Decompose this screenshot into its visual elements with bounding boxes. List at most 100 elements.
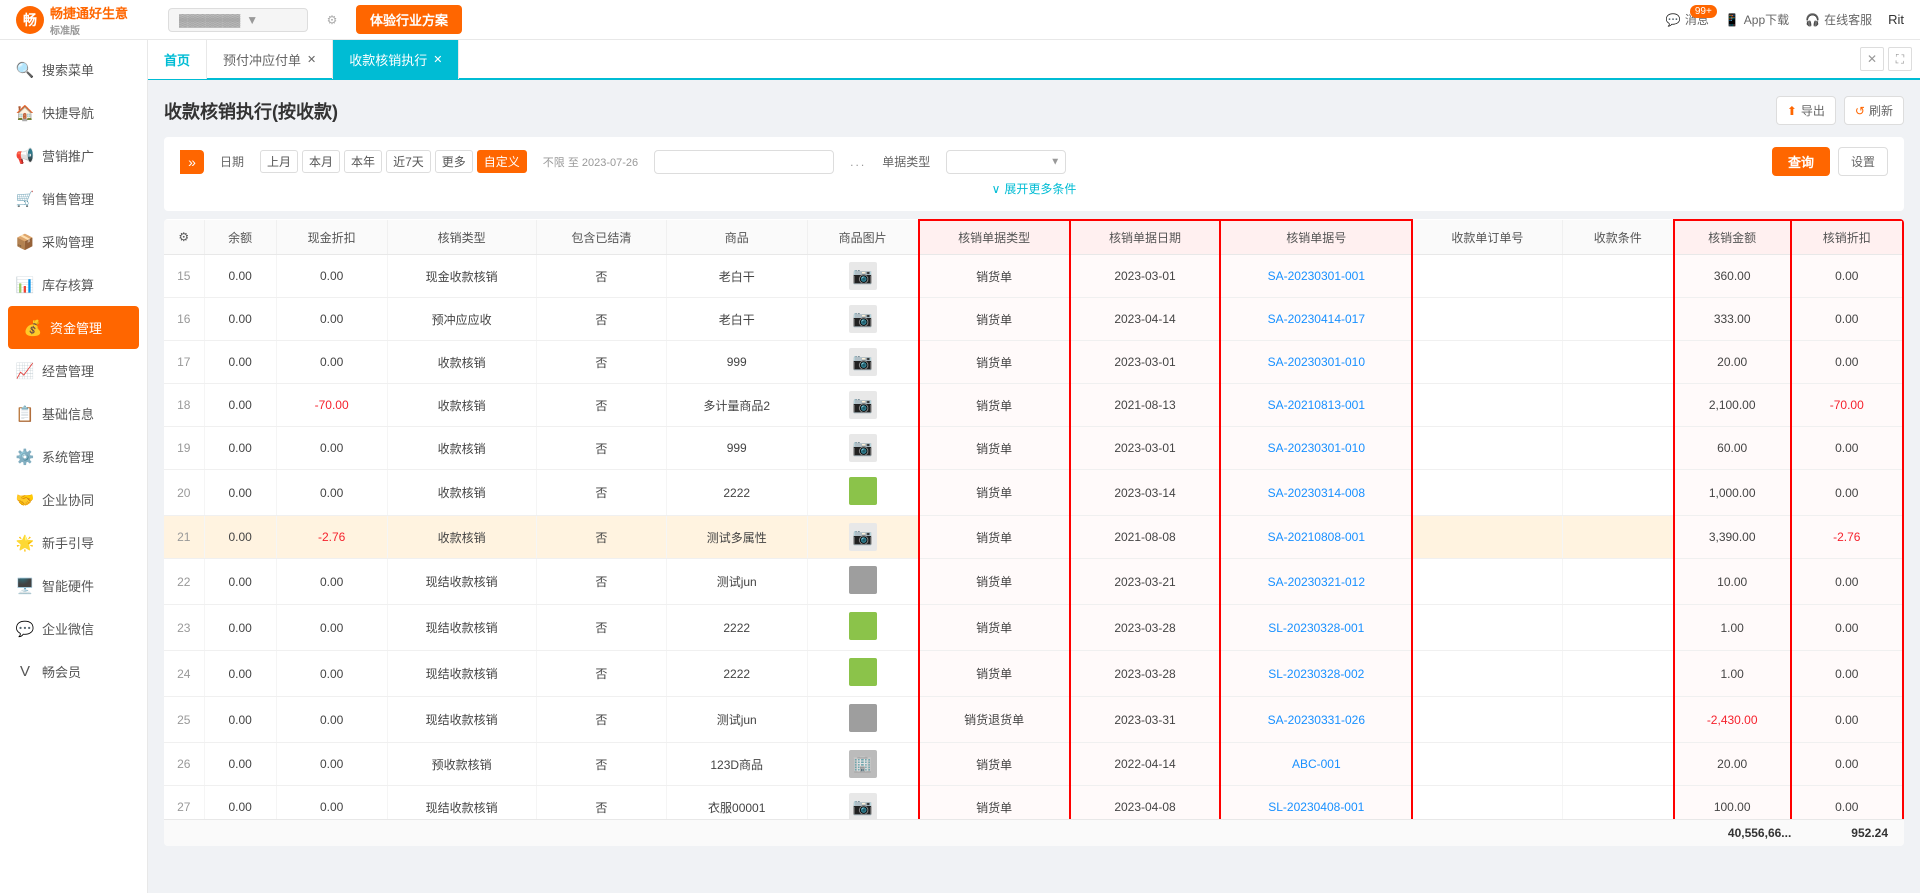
tab-home[interactable]: 首页 <box>148 40 207 79</box>
td-verify-doc-no[interactable]: SA-20210813-001 <box>1220 384 1412 427</box>
td-verify-doc-type: 销货单 <box>919 559 1070 605</box>
sidebar-label-sys-admin: 系统管理 <box>42 447 94 466</box>
tab-bar: 首页 预付冲应付单 ✕ 收款核销执行 ✕ ✕ ⛶ <box>148 40 1920 80</box>
td-product: 老白干 <box>666 298 807 341</box>
td-product: 测试多属性 <box>666 516 807 559</box>
date-btn-custom[interactable]: 自定义 <box>477 150 527 173</box>
sidebar-item-purchase[interactable]: 📦 采购管理 <box>0 220 147 263</box>
td-verify-doc-no[interactable]: SA-20230414-017 <box>1220 298 1412 341</box>
sidebar-item-guide[interactable]: 🌟 新手引导 <box>0 521 147 564</box>
refresh-button[interactable]: ↺ 刷新 <box>1844 96 1904 125</box>
doc-no-link[interactable]: ABC-001 <box>1292 757 1341 771</box>
app-icon: 📱 <box>1725 13 1740 27</box>
td-product-image: 📷 <box>807 298 919 341</box>
doc-no-link[interactable]: SA-20230321-012 <box>1268 575 1365 589</box>
td-verify-doc-no[interactable]: SA-20230301-010 <box>1220 341 1412 384</box>
sidebar-item-base-info[interactable]: 📋 基础信息 <box>0 392 147 435</box>
sidebar-label-marketing: 营销推广 <box>42 146 94 165</box>
trial-button[interactable]: 体验行业方案 <box>356 5 462 34</box>
sidebar-item-operations[interactable]: 📈 经营管理 <box>0 349 147 392</box>
td-cash-discount: 0.00 <box>276 341 387 384</box>
date-btn-more[interactable]: 更多 <box>435 150 473 173</box>
doc-no-link[interactable]: SL-20230408-001 <box>1268 800 1364 814</box>
td-verify-doc-no[interactable]: SA-20230321-012 <box>1220 559 1412 605</box>
doc-no-link[interactable]: SA-20210808-001 <box>1268 530 1365 544</box>
company-selector[interactable]: ▓▓▓▓▓▓▓ ▼ <box>168 8 308 32</box>
td-verify-amount: 2,100.00 <box>1674 384 1791 427</box>
tab-close-all-button[interactable]: ✕ <box>1860 47 1884 71</box>
td-verify-doc-no[interactable]: ABC-001 <box>1220 743 1412 786</box>
doc-no-link[interactable]: SL-20230328-002 <box>1268 667 1364 681</box>
sidebar-item-hardware[interactable]: 🖥️ 智能硬件 <box>0 564 147 607</box>
date-btn-this-month[interactable]: 本月 <box>302 150 340 173</box>
td-receipt-order-no <box>1412 651 1562 697</box>
td-verify-doc-no[interactable]: SA-20230301-010 <box>1220 427 1412 470</box>
td-cash-discount: 0.00 <box>276 298 387 341</box>
filter-expand-button[interactable]: » <box>180 150 204 174</box>
td-verify-doc-no[interactable]: SA-20230331-026 <box>1220 697 1412 743</box>
sidebar-label-hardware: 智能硬件 <box>42 576 94 595</box>
table-scroll[interactable]: ⚙ 余额 现金折扣 核销类型 包含已结清 商品 商品图片 核销单据类型 核销单据… <box>164 219 1904 819</box>
td-verify-type: 收款核销 <box>387 470 536 516</box>
doc-no-link[interactable]: SA-20230301-010 <box>1268 441 1365 455</box>
sidebar-item-member[interactable]: V 畅会员 <box>0 650 147 693</box>
settings-icon[interactable]: ⚙ <box>320 8 344 32</box>
date-btn-last-month[interactable]: 上月 <box>260 150 298 173</box>
td-cash-discount: 0.00 <box>276 559 387 605</box>
partner-input[interactable] <box>654 150 834 174</box>
tab-fullscreen-button[interactable]: ⛶ <box>1888 47 1912 71</box>
td-verify-type: 收款核销 <box>387 341 536 384</box>
td-balance: 0.00 <box>204 651 276 697</box>
doc-no-link[interactable]: SA-20210813-001 <box>1268 398 1365 412</box>
tab-prepay-label: 预付冲应付单 <box>223 50 301 69</box>
td-verify-doc-no[interactable]: SL-20230328-001 <box>1220 605 1412 651</box>
filter-settings-button[interactable]: 设置 <box>1838 147 1888 176</box>
page-content: 收款核销执行(按收款) ⬆ 导出 ↺ 刷新 » 日期 <box>148 80 1920 893</box>
th-balance: 余额 <box>204 220 276 255</box>
sidebar-item-quick-nav[interactable]: 🏠 快捷导航 <box>0 91 147 134</box>
doc-no-link[interactable]: SA-20230301-010 <box>1268 355 1365 369</box>
sidebar-item-marketing[interactable]: 📢 营销推广 <box>0 134 147 177</box>
date-btn-this-year[interactable]: 本年 <box>344 150 382 173</box>
sidebar-item-inventory[interactable]: 📊 库存核算 <box>0 263 147 306</box>
td-verify-discount: 0.00 <box>1791 651 1903 697</box>
td-receipt-condition <box>1562 384 1674 427</box>
messages-button[interactable]: 💬 消息 99+ <box>1666 11 1709 28</box>
td-balance: 0.00 <box>204 427 276 470</box>
td-product: 2222 <box>666 605 807 651</box>
online-service-button[interactable]: 🎧 在线客服 <box>1805 11 1872 28</box>
doc-no-link[interactable]: SA-20230301-001 <box>1268 269 1365 283</box>
query-button[interactable]: 查询 <box>1772 147 1830 176</box>
doc-no-link[interactable]: SA-20230331-026 <box>1268 713 1365 727</box>
td-verify-type: 预冲应应收 <box>387 298 536 341</box>
doc-no-link[interactable]: SA-20230314-008 <box>1268 486 1365 500</box>
doc-no-link[interactable]: SL-20230328-001 <box>1268 621 1364 635</box>
sidebar-item-sales[interactable]: 🛒 销售管理 <box>0 177 147 220</box>
td-verify-doc-date: 2023-03-01 <box>1070 255 1221 298</box>
td-balance: 0.00 <box>204 559 276 605</box>
td-verify-doc-no[interactable]: SL-20230408-001 <box>1220 786 1412 820</box>
tab-receipt-exec[interactable]: 收款核销执行 ✕ <box>333 40 459 79</box>
marketing-icon: 📢 <box>16 147 34 165</box>
tab-prepay[interactable]: 预付冲应付单 ✕ <box>207 40 333 79</box>
tab-prepay-close[interactable]: ✕ <box>307 53 316 66</box>
sidebar-item-search[interactable]: 🔍 搜索菜单 <box>0 48 147 91</box>
app-download-button[interactable]: 📱 App下载 <box>1725 11 1789 28</box>
sidebar-item-finance[interactable]: 💰 资金管理 <box>8 306 139 349</box>
sidebar-item-enterprise[interactable]: 🤝 企业协同 <box>0 478 147 521</box>
th-gear[interactable]: ⚙ <box>164 220 204 255</box>
td-product-image <box>807 559 919 605</box>
sidebar-item-wechat[interactable]: 💬 企业微信 <box>0 607 147 650</box>
date-btn-7days[interactable]: 近7天 <box>386 150 431 173</box>
doc-no-link[interactable]: SA-20230414-017 <box>1268 312 1365 326</box>
user-name[interactable]: Rit <box>1888 12 1904 27</box>
sidebar-item-sys-admin[interactable]: ⚙️ 系统管理 <box>0 435 147 478</box>
td-verify-doc-no[interactable]: SA-20210808-001 <box>1220 516 1412 559</box>
expand-more-conditions[interactable]: ∨ 展开更多条件 <box>180 180 1888 197</box>
tab-receipt-close[interactable]: ✕ <box>433 53 442 66</box>
doc-type-select[interactable] <box>946 150 1066 174</box>
td-verify-doc-no[interactable]: SA-20230314-008 <box>1220 470 1412 516</box>
td-verify-doc-no[interactable]: SA-20230301-001 <box>1220 255 1412 298</box>
td-verify-doc-no[interactable]: SL-20230328-002 <box>1220 651 1412 697</box>
export-button[interactable]: ⬆ 导出 <box>1776 96 1836 125</box>
